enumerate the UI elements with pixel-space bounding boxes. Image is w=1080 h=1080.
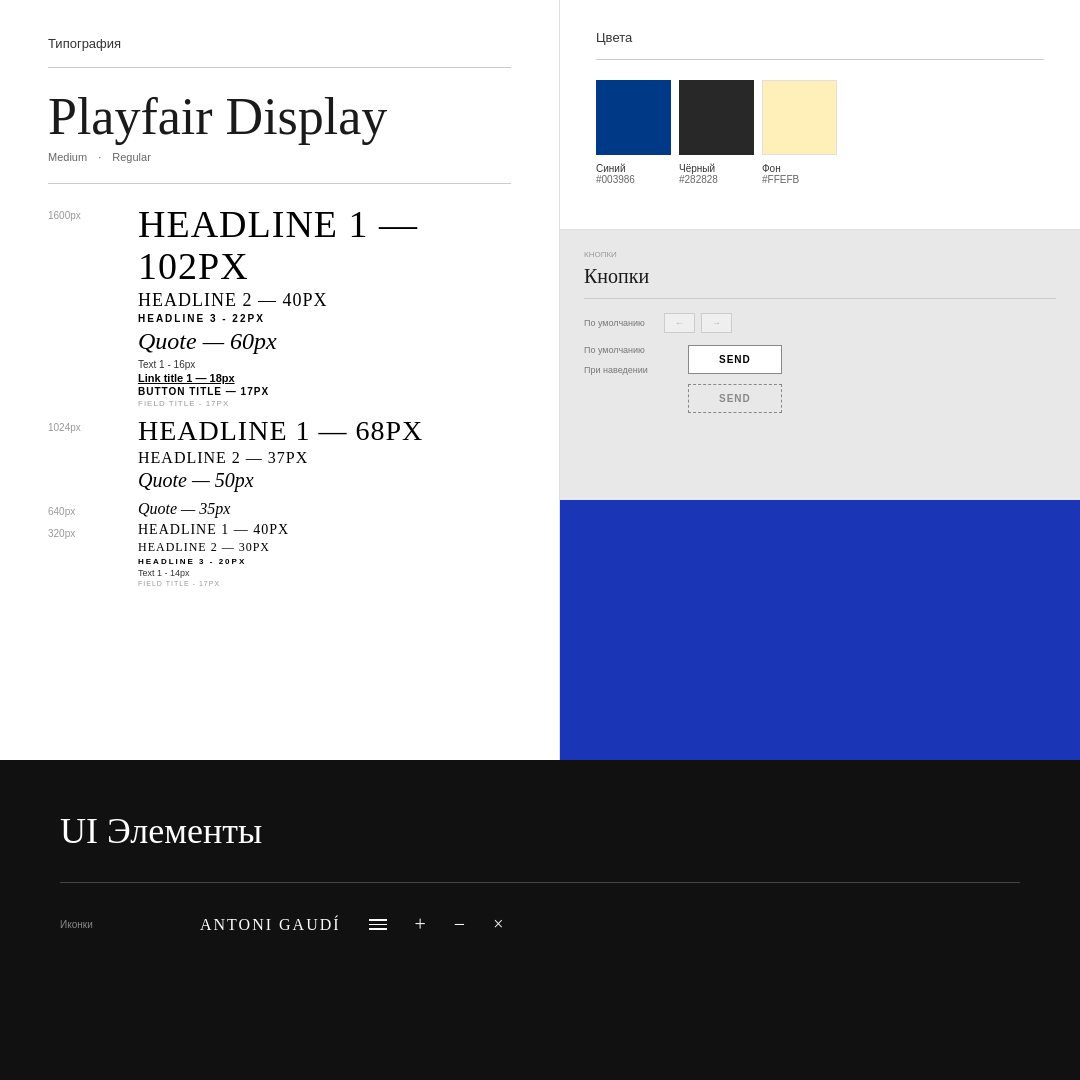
type-content-640: Quote — 35px — [138, 500, 511, 522]
color-box-white — [762, 80, 837, 155]
typography-section-title: Типография — [48, 36, 511, 51]
right-panel: Цвета Синий #003986 Чёрный #282828 Фон #… — [560, 0, 1080, 760]
buttons-panel-title: Кнопки — [584, 265, 1056, 288]
btn-group-default: ← → — [664, 313, 732, 333]
btn-send-hover[interactable]: Send — [688, 384, 782, 413]
color-name-black: Чёрный — [679, 163, 754, 174]
bp-label-1024: 1024px — [48, 416, 138, 500]
typography-panel: Типография Playfair Display Medium · Reg… — [0, 0, 560, 760]
color-swatch-blue: Синий #003986 — [596, 80, 671, 185]
buttons-divider — [584, 298, 1056, 299]
bottom-section: UI Элементы Иконки ANTONI GAUDÍ + − × — [0, 760, 1080, 1080]
color-box-black — [679, 80, 754, 155]
type-grid-1600: 1600px HEADLINE 1 — 102PX HEADLINE 2 — 4… — [48, 204, 511, 416]
h2-320: HEADLINE 2 — 30PX — [138, 540, 511, 555]
type-content-320: HEADLINE 1 — 40PX HEADLINE 2 — 30PX HEAD… — [138, 522, 511, 587]
type-grid-320: 320px HEADLINE 1 — 40PX HEADLINE 2 — 30P… — [48, 522, 511, 587]
minus-icon[interactable]: − — [454, 913, 465, 936]
color-hex-white: #FFEFB — [762, 174, 837, 185]
bp-label-1600: 1600px — [48, 204, 138, 416]
colors-section-title: Цвета — [596, 30, 1044, 45]
color-name-blue: Синий — [596, 163, 671, 174]
button-row-default: По умолчанию ← → — [584, 313, 1056, 333]
buttons-panel-label: КНОПКИ — [584, 250, 1056, 259]
h1-320: HEADLINE 1 — 40PX — [138, 522, 511, 538]
icons-label: Иконки — [60, 919, 160, 930]
color-box-blue — [596, 80, 671, 155]
close-icon[interactable]: × — [493, 914, 503, 935]
h2-1024: HEADLINE 2 — 37PX — [138, 449, 511, 467]
color-hex-blue: #003986 — [596, 174, 671, 185]
colors-divider — [596, 59, 1044, 60]
color-name-white: Фон — [762, 163, 837, 174]
font-weights: Medium · Regular — [48, 151, 511, 163]
typography-divider — [48, 67, 511, 68]
btn-arrow-left[interactable]: ← — [664, 313, 695, 333]
color-swatch-black: Чёрный #282828 — [679, 80, 754, 185]
form-label-hover: При наведении — [584, 365, 664, 375]
form-label-default: По умолчанию — [584, 345, 664, 355]
h1-1024: HEADLINE 1 — 68PX — [138, 416, 511, 447]
logo-text: ANTONI GAUDÍ — [200, 916, 341, 934]
plus-icon[interactable]: + — [415, 913, 426, 936]
buttons-panel: КНОПКИ Кнопки По умолчанию ← → По умолча… — [560, 230, 1080, 500]
bp-label-640: 640px — [48, 500, 138, 522]
type-grid-640: 640px Quote — 35px — [48, 500, 511, 522]
type-content-1600: HEADLINE 1 — 102PX HEADLINE 2 — 40PX HEA… — [138, 204, 511, 416]
field-320: Field title - 17px — [138, 580, 511, 587]
type-grid-1024: 1024px HEADLINE 1 — 68PX HEADLINE 2 — 37… — [48, 416, 511, 500]
typography-divider-2 — [48, 183, 511, 184]
icons-content: ANTONI GAUDÍ + − × — [200, 913, 503, 936]
ui-elements-title: UI Элементы — [60, 810, 1020, 852]
text1-320: Text 1 - 14px — [138, 568, 511, 578]
h3-1600: HEADLINE 3 - 22PX — [138, 313, 511, 324]
type-content-1024: HEADLINE 1 — 68PX HEADLINE 2 — 37PX Quot… — [138, 416, 511, 500]
color-swatch-white: Фон #FFEFB — [762, 80, 837, 185]
color-hex-black: #282828 — [679, 174, 754, 185]
text1-1600: Text 1 - 16px — [138, 359, 511, 370]
quote-1024: Quote — 50px — [138, 469, 511, 492]
blue-accent-panel — [560, 500, 1080, 760]
bottom-divider — [60, 882, 1020, 883]
hamburger-icon[interactable] — [369, 919, 387, 930]
bp-label-320: 320px — [48, 522, 138, 587]
btn-send-default[interactable]: Send — [688, 345, 782, 374]
h2-1600: HEADLINE 2 — 40PX — [138, 290, 511, 311]
h1-1600: HEADLINE 1 — 102PX — [138, 204, 511, 288]
font-weight-separator: · — [98, 151, 101, 163]
color-swatches: Синий #003986 Чёрный #282828 Фон #FFEFB — [596, 80, 1044, 185]
font-display-name: Playfair Display — [48, 88, 511, 145]
btn-row-label-default: По умолчанию — [584, 318, 664, 328]
font-weight-regular: Regular — [112, 151, 151, 163]
field-1600: FIELD TITLE - 17PX — [138, 399, 511, 408]
quote-640: Quote — 35px — [138, 500, 511, 518]
btn-1600: Button title — 17px — [138, 386, 511, 397]
icons-row: Иконки ANTONI GAUDÍ + − × — [60, 913, 1020, 936]
quote-1600: Quote — 60px — [138, 328, 511, 355]
font-weight-medium: Medium — [48, 151, 87, 163]
btn-arrow-right[interactable]: → — [701, 313, 732, 333]
colors-panel: Цвета Синий #003986 Чёрный #282828 Фон #… — [560, 0, 1080, 230]
h3-320: HEADLINE 3 - 20PX — [138, 557, 511, 566]
link1-1600: Link title 1 — 18px — [138, 372, 511, 384]
